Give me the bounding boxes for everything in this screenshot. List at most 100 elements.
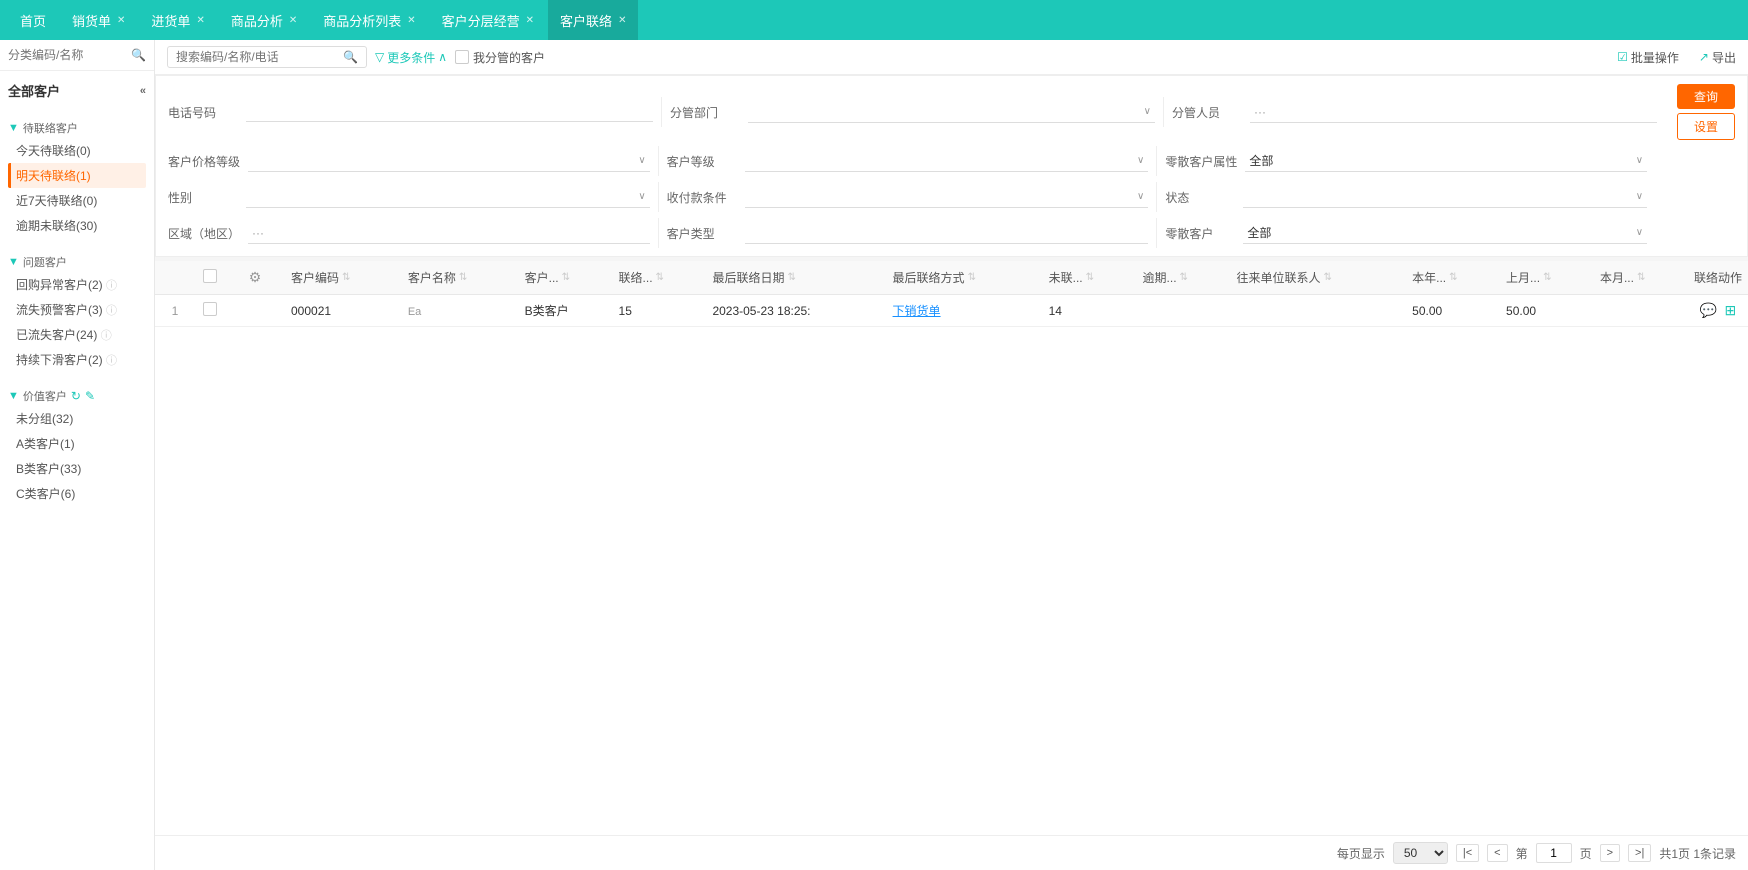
contact-method-link[interactable]: 下销货单 — [893, 304, 941, 318]
row-code: 000021 — [285, 295, 402, 327]
query-button[interactable]: 查询 — [1677, 84, 1735, 109]
sidebar-search-input[interactable] — [8, 48, 127, 62]
payment-select[interactable]: ∨ — [745, 186, 1149, 208]
sidebar-item-class-b[interactable]: B类客户(33) — [8, 456, 146, 481]
nav-customer-contact[interactable]: 客户联络 ✕ — [548, 0, 638, 40]
nav-product-analysis-list[interactable]: 商品分析列表 ✕ — [311, 0, 427, 40]
page-input[interactable] — [1536, 843, 1572, 863]
sort-icon-tm[interactable]: ⇅ — [1637, 272, 1645, 283]
nav-close-customer-segmentation[interactable]: ✕ — [526, 15, 534, 26]
filter-search-input[interactable] — [176, 50, 339, 64]
refresh-icon[interactable]: ↻ — [71, 389, 81, 403]
gender-select[interactable]: ∨ — [246, 186, 650, 208]
sidebar-item-tomorrow-contact[interactable]: 明天待联络(1) — [8, 163, 146, 188]
retail-customer-select[interactable]: 全部 ∨ — [1243, 222, 1647, 244]
person-label: 分管人员 — [1172, 104, 1242, 121]
th-gear: ⚙ — [225, 261, 285, 295]
page-prev-btn[interactable]: < — [1487, 844, 1507, 862]
customer-level-select[interactable]: ∨ — [745, 150, 1149, 172]
region-select[interactable]: ··· — [248, 222, 650, 244]
filter-row-2: 客户价格等级 ∨ 客户等级 ∨ 零散客户属性 全部 — [168, 146, 1735, 176]
batch-op-btn[interactable]: ☑ 批量操作 — [1617, 49, 1679, 66]
sidebar-item-class-a[interactable]: A类客户(1) — [8, 431, 146, 456]
sort-icon-ov[interactable]: ⇅ — [1180, 272, 1188, 283]
sort-icon-level[interactable]: ⇅ — [562, 272, 570, 283]
row-action: 💬 ⊞ — [1688, 295, 1748, 327]
sort-icon-name[interactable]: ⇅ — [459, 272, 467, 283]
sidebar-all-customers[interactable]: 全部客户 « — [8, 77, 146, 104]
row-action-chat-icon[interactable]: 💬 — [1700, 302, 1717, 318]
customer-type-label: 客户类型 — [667, 225, 737, 242]
sort-icon-code[interactable]: ⇅ — [342, 272, 350, 283]
customer-type-select[interactable] — [745, 222, 1149, 244]
nav-close-product-analysis-list[interactable]: ✕ — [407, 15, 415, 26]
person-select[interactable]: ··· — [1250, 101, 1657, 123]
filter-search-icon[interactable]: 🔍 — [343, 50, 358, 64]
my-customers-check[interactable] — [455, 50, 469, 64]
edit-icon[interactable]: ✎ — [85, 389, 95, 403]
caret-icon: ∧ — [438, 50, 447, 64]
filter-icon: ▽ — [375, 50, 384, 64]
gear-icon[interactable]: ⚙ — [249, 269, 262, 285]
sort-icon-lcd[interactable]: ⇅ — [787, 272, 795, 283]
sort-icon-contact[interactable]: ⇅ — [656, 272, 664, 283]
row-action-more-icon[interactable]: ⊞ — [1725, 302, 1737, 318]
sidebar-item-churned[interactable]: 已流失客户(24) ⓘ — [8, 322, 146, 347]
sidebar-item-unclassified[interactable]: 未分组(32) — [8, 406, 146, 431]
row-checkbox[interactable] — [203, 302, 217, 316]
phone-label: 电话号码 — [168, 104, 238, 121]
th-level: 客户... ⇅ — [519, 261, 613, 295]
status-caret: ∨ — [1636, 191, 1643, 202]
page-first-btn[interactable]: |< — [1456, 844, 1479, 862]
th-uncontacted: 未联... ⇅ — [1043, 261, 1137, 295]
header-checkbox[interactable] — [203, 269, 217, 283]
nav-close-purchase-order[interactable]: ✕ — [196, 15, 204, 26]
divider-1 — [661, 97, 662, 127]
status-select[interactable]: ∨ — [1243, 186, 1647, 208]
sidebar-item-today-contact[interactable]: 今天待联络(0) — [8, 138, 146, 163]
divider-2 — [1163, 97, 1164, 127]
sidebar-item-abnormal-repurchase[interactable]: 回购异常客户(2) ⓘ — [8, 272, 146, 297]
sort-icon-lm[interactable]: ⇅ — [1543, 272, 1551, 283]
sort-icon-unc[interactable]: ⇅ — [1086, 272, 1094, 283]
page-next-btn[interactable]: > — [1600, 844, 1620, 862]
region-dots[interactable]: ··· — [252, 226, 264, 240]
dept-select[interactable]: ∨ — [748, 101, 1155, 123]
sort-icon-lcm[interactable]: ⇅ — [968, 272, 976, 283]
my-customers-checkbox[interactable]: 我分管的客户 — [455, 49, 545, 66]
sidebar-search-icon[interactable]: 🔍 — [131, 48, 146, 62]
retail-attr-select[interactable]: 全部 ∨ — [1245, 150, 1647, 172]
more-conditions-btn[interactable]: ▽ 更多条件 ∧ — [375, 49, 447, 66]
nav-close-sales-order[interactable]: ✕ — [117, 15, 125, 26]
nav-purchase-order[interactable]: 进货单 ✕ — [139, 0, 216, 40]
price-level-select[interactable]: ∨ — [248, 150, 650, 172]
sidebar-problem-group: ▼ 问题客户 回购异常客户(2) ⓘ 流失预警客户(3) ⓘ 已流失客户(24)… — [0, 244, 154, 378]
page-size-select[interactable]: 50 100 200 — [1393, 842, 1448, 864]
table-row: 1 000021 Ea B类客户 — [155, 295, 1748, 327]
sort-icon-ty[interactable]: ⇅ — [1449, 272, 1457, 283]
filter-customer-type: 客户类型 — [667, 222, 1149, 244]
filter-row-1: 电话号码 分管部门 ∨ 分管人员 ··· — [168, 84, 1735, 140]
nav-product-analysis[interactable]: 商品分析 ✕ — [219, 0, 309, 40]
info-icon-3: ⓘ — [101, 330, 112, 342]
th-last-month: 上月... ⇅ — [1500, 261, 1594, 295]
sidebar-item-declining[interactable]: 持续下滑客户(2) ⓘ — [8, 347, 146, 372]
sidebar-item-7days-contact[interactable]: 近7天待联络(0) — [8, 188, 146, 213]
sidebar-item-churn-warning[interactable]: 流失预警客户(3) ⓘ — [8, 297, 146, 322]
export-btn[interactable]: ↗ 导出 — [1699, 49, 1736, 66]
sidebar-item-class-c[interactable]: C类客户(6) — [8, 481, 146, 506]
nav-close-product-analysis[interactable]: ✕ — [289, 15, 297, 26]
sort-icon-cp[interactable]: ⇅ — [1323, 272, 1331, 283]
nav-customer-segmentation[interactable]: 客户分层经营 ✕ — [430, 0, 546, 40]
person-dots[interactable]: ··· — [1254, 105, 1266, 119]
row-contact-person — [1230, 295, 1406, 327]
filter-region: 区域（地区） ··· — [168, 222, 650, 244]
phone-input[interactable] — [246, 103, 653, 122]
nav-home[interactable]: 首页 — [8, 0, 58, 40]
nav-sales-order[interactable]: 销货单 ✕ — [60, 0, 137, 40]
set-button[interactable]: 设置 — [1677, 113, 1735, 140]
nav-close-customer-contact[interactable]: ✕ — [618, 15, 626, 26]
divider-7 — [658, 218, 659, 248]
page-last-btn[interactable]: >| — [1628, 844, 1651, 862]
sidebar-item-overdue-contact[interactable]: 逾期未联络(30) — [8, 213, 146, 238]
